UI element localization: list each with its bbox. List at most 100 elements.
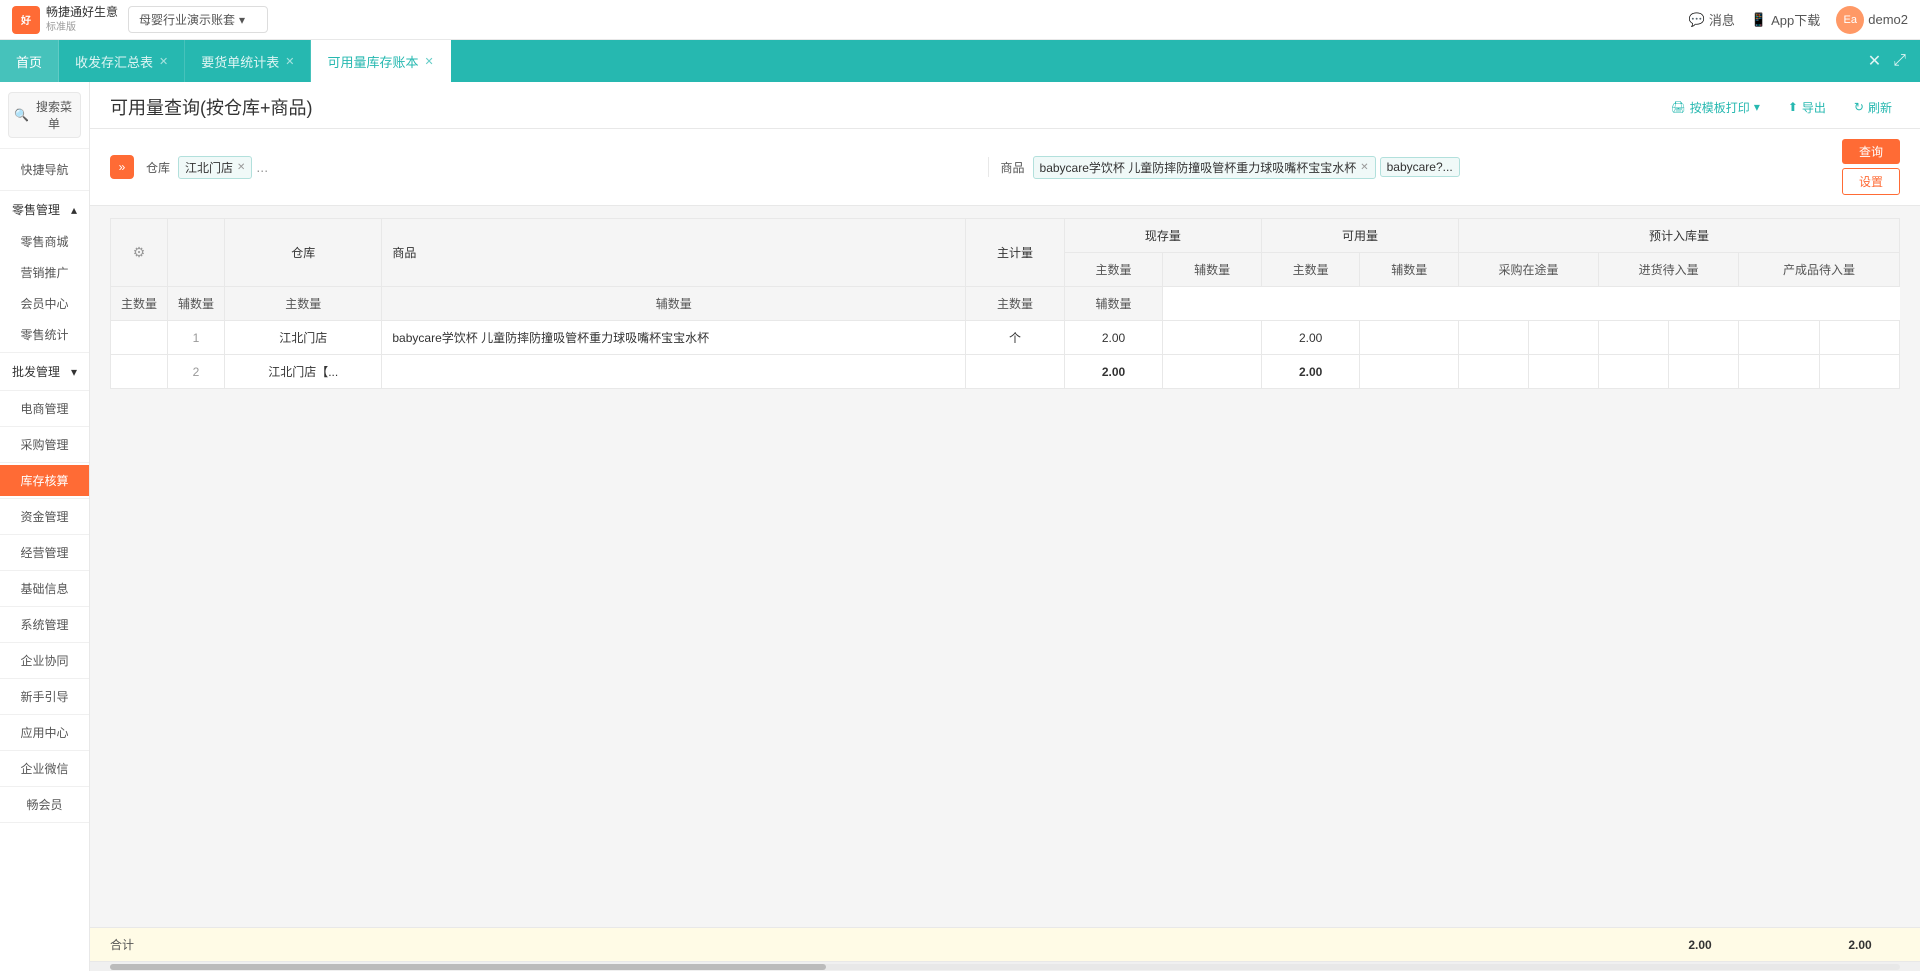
chevron-down-icon: ▾ xyxy=(71,365,77,379)
refresh-icon: ↻ xyxy=(1854,100,1864,114)
cell-warehouse-2: 江北门店【... xyxy=(225,355,382,389)
sidebar-search-area: 🔍 搜索菜单 xyxy=(0,82,89,149)
warehouse-more-btn[interactable]: ... xyxy=(256,159,268,175)
sidebar: 🔍 搜索菜单 快捷导航 零售管理 ▴ 零售商城 营销推广 会员中心 零售统计 批… xyxy=(0,82,90,971)
stock-main-header: 主数量 xyxy=(1064,253,1163,287)
col-available-header: 可用量 xyxy=(1261,219,1458,253)
close-order-stats-icon[interactable]: ✕ xyxy=(285,55,294,68)
product-tag-2: babycare?... xyxy=(1380,157,1460,177)
sidebar-item-retail-mall[interactable]: 零售商城 xyxy=(0,226,89,257)
filter-expand-btn[interactable]: » xyxy=(110,155,134,179)
scrollbar-track xyxy=(110,964,1900,970)
cell-avail-aux-1 xyxy=(1360,321,1459,355)
print-btn[interactable]: 🖨 按模板打印 ▾ xyxy=(1663,95,1768,120)
table-container: ⚙ 仓库 商品 主计量 现存量 可用量 预计入库量 主数量 辅数量 主数量 xyxy=(90,206,1920,927)
cell-index-2: 2 xyxy=(168,355,225,389)
sidebar-item-retail-stats[interactable]: 零售统计 xyxy=(0,319,89,350)
table-header-row-3: 主数量 辅数量 主数量 辅数量 主数量 辅数量 xyxy=(111,287,1900,321)
refresh-btn[interactable]: ↻ 刷新 xyxy=(1846,95,1900,120)
sidebar-item-finance[interactable]: 资金管理 xyxy=(0,501,89,532)
chevron-down-icon: ▾ xyxy=(239,13,245,27)
cell-stock-main-1: 2.00 xyxy=(1064,321,1163,355)
cell-incoming-main-1 xyxy=(1599,321,1669,355)
cell-purchase-aux-2 xyxy=(1529,355,1599,389)
top-bar-right: 💬 消息 📱 App下载 Ea demo2 xyxy=(1689,6,1908,34)
cell-avail-main-2: 2.00 xyxy=(1261,355,1360,389)
page-header: 可用量查询(按仓库+商品) 🖨 按模板打印 ▾ ⬆ 导出 ↻ 刷新 xyxy=(90,82,1920,129)
industry-selector[interactable]: 母婴行业演示账套 ▾ xyxy=(128,6,268,33)
query-button[interactable]: 查询 xyxy=(1842,139,1900,164)
main-layout: 🔍 搜索菜单 快捷导航 零售管理 ▴ 零售商城 营销推广 会员中心 零售统计 批… xyxy=(0,82,1920,971)
sidebar-item-member[interactable]: 会员中心 xyxy=(0,288,89,319)
cell-purchase-aux-1 xyxy=(1529,321,1599,355)
logo-text: 畅捷通好生意 标准版 xyxy=(46,5,118,34)
export-btn[interactable]: ⬆ 导出 xyxy=(1780,95,1834,120)
message-btn[interactable]: 💬 消息 xyxy=(1689,10,1735,29)
sidebar-item-member2[interactable]: 畅会员 xyxy=(0,789,89,820)
cell-avail-aux-2 xyxy=(1360,355,1459,389)
top-bar-left: 好 畅捷通好生意 标准版 母婴行业演示账套 ▾ xyxy=(12,5,268,34)
cell-product-main-2 xyxy=(1739,355,1819,389)
search-icon: 🔍 xyxy=(14,108,29,122)
tab-collect-summary[interactable]: 收发存汇总表 ✕ xyxy=(59,40,185,82)
sidebar-wholesale-header[interactable]: 批发管理 ▾ xyxy=(0,355,89,388)
sidebar-nav-section: 快捷导航 xyxy=(0,149,89,191)
table-row: 1 江北门店 babycare学饮杯 儿童防摔防撞吸管杯重力球吸嘴杯宝宝水杯 个… xyxy=(111,321,1900,355)
close-all-tabs-icon[interactable]: ✕ xyxy=(1864,47,1885,75)
app-download-btn[interactable]: 📱 App下载 xyxy=(1751,10,1820,29)
cell-settings-1 xyxy=(111,321,168,355)
search-menu-btn[interactable]: 🔍 搜索菜单 xyxy=(8,92,81,138)
sidebar-section-basics: 基础信息 xyxy=(0,571,89,607)
warehouse-filter-label: 仓库 xyxy=(146,159,170,176)
print-icon: 🖨 xyxy=(1671,100,1686,114)
sidebar-item-ecommerce[interactable]: 电商管理 xyxy=(0,393,89,424)
download-icon: 📱 xyxy=(1751,12,1767,28)
sidebar-item-marketing[interactable]: 营销推广 xyxy=(0,257,89,288)
sidebar-item-operations[interactable]: 经营管理 xyxy=(0,537,89,568)
sidebar-item-appstore[interactable]: 应用中心 xyxy=(0,717,89,748)
sidebar-item-purchase[interactable]: 采购管理 xyxy=(0,429,89,460)
cell-stock-aux-1 xyxy=(1163,321,1262,355)
data-table: ⚙ 仓库 商品 主计量 现存量 可用量 预计入库量 主数量 辅数量 主数量 xyxy=(110,218,1900,389)
product-tag1-close[interactable]: ✕ xyxy=(1360,162,1368,173)
table-settings-icon[interactable]: ⚙ xyxy=(133,244,146,260)
cell-unit-1: 个 xyxy=(966,321,1065,355)
col-stock-header: 现存量 xyxy=(1064,219,1261,253)
close-available-stock-icon[interactable]: ✕ xyxy=(425,55,434,68)
sidebar-item-wechat[interactable]: 企业微信 xyxy=(0,753,89,784)
content-area: 可用量查询(按仓库+商品) 🖨 按模板打印 ▾ ⬆ 导出 ↻ 刷新 xyxy=(90,82,1920,971)
col-incoming-header: 预计入库量 xyxy=(1459,219,1900,253)
sidebar-item-enterprise[interactable]: 企业协同 xyxy=(0,645,89,676)
user-area[interactable]: Ea demo2 xyxy=(1836,6,1908,34)
sidebar-item-newbie[interactable]: 新手引导 xyxy=(0,681,89,712)
settings-button[interactable]: 设置 xyxy=(1842,168,1900,195)
close-collect-summary-icon[interactable]: ✕ xyxy=(159,55,168,68)
sidebar-item-basics[interactable]: 基础信息 xyxy=(0,573,89,604)
nav-tabs: 首页 收发存汇总表 ✕ 要货单统计表 ✕ 可用量库存账本 ✕ ✕ ⤢ xyxy=(0,40,1920,82)
sidebar-item-inventory[interactable]: 库存核算 xyxy=(0,465,89,496)
cell-unit-2 xyxy=(966,355,1065,389)
cell-stock-aux-2 xyxy=(1163,355,1262,389)
avail-main-header: 主数量 xyxy=(1261,253,1360,287)
tab-home[interactable]: 首页 xyxy=(0,40,59,82)
sidebar-item-system[interactable]: 系统管理 xyxy=(0,609,89,640)
warehouse-tag-close[interactable]: ✕ xyxy=(237,162,245,173)
cell-incoming-aux-1 xyxy=(1669,321,1739,355)
purchase-main-sub: 主数量 xyxy=(111,287,168,321)
footer-avail-main: 2.00 xyxy=(1820,938,1900,952)
cell-purchase-main-2 xyxy=(1459,355,1529,389)
product-tag-1: babycare学饮杯 儿童防摔防撞吸管杯重力球吸嘴杯宝宝水杯 ✕ xyxy=(1033,156,1376,179)
sidebar-retail-header[interactable]: 零售管理 ▴ xyxy=(0,193,89,226)
home-tab-label: 首页 xyxy=(16,52,42,71)
sidebar-section-purchase: 采购管理 xyxy=(0,427,89,463)
sidebar-section-ecommerce: 电商管理 xyxy=(0,391,89,427)
expand-icon: » xyxy=(119,160,126,174)
sidebar-item-quick-nav[interactable]: 快捷导航 xyxy=(0,153,89,186)
expand-window-icon[interactable]: ⤢ xyxy=(1889,48,1910,74)
logo-area: 好 畅捷通好生意 标准版 xyxy=(12,5,118,34)
warehouse-filter-group: 仓库 江北门店 ✕ ... xyxy=(146,156,976,179)
horizontal-scrollbar[interactable] xyxy=(90,961,1920,971)
tab-order-stats[interactable]: 要货单统计表 ✕ xyxy=(185,40,311,82)
sidebar-section-inventory: 库存核算 xyxy=(0,463,89,499)
tab-available-stock[interactable]: 可用量库存账本 ✕ xyxy=(311,40,450,82)
